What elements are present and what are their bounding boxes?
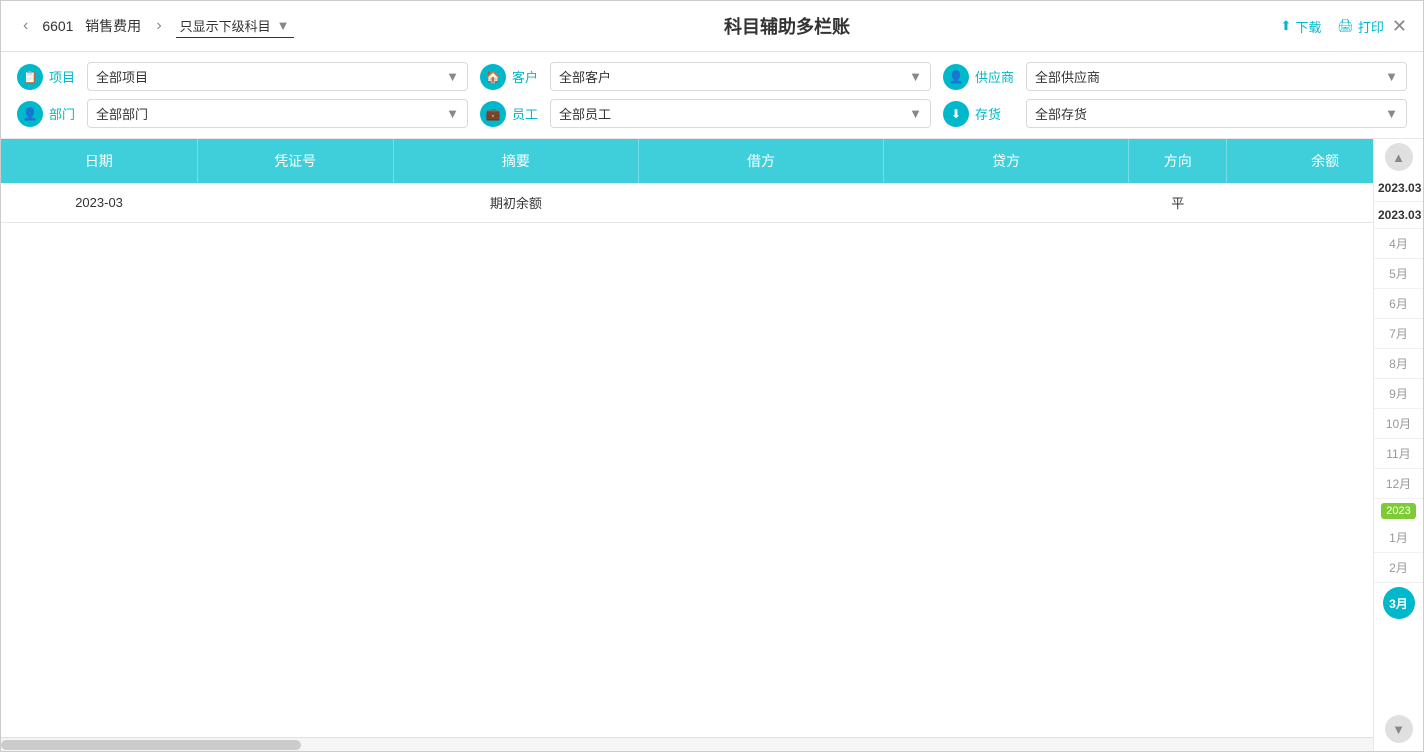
col-header-debit: 借方 [638, 139, 883, 183]
month-item-7[interactable]: 7月 [1374, 319, 1423, 349]
col-header-date: 日期 [1, 139, 197, 183]
supplier-icon: 👤 [943, 64, 969, 90]
department-select[interactable]: 全部部门 ▼ [87, 99, 468, 128]
month-item-8[interactable]: 8月 [1374, 349, 1423, 379]
project-icon: 📋 [17, 64, 43, 90]
month-item-12[interactable]: 12月 [1374, 469, 1423, 499]
table-wrapper[interactable]: 日期 凭证号 摘要 借方 贷方 方向 余额 2023-03 [1, 139, 1423, 737]
month-item-10[interactable]: 10月 [1374, 409, 1423, 439]
employee-icon: 💼 [480, 101, 506, 127]
inventory-dropdown-arrow: ▼ [1385, 106, 1398, 121]
project-dropdown-arrow: ▼ [446, 69, 459, 84]
download-button[interactable]: ⬆ 下载 [1280, 17, 1321, 36]
employee-dropdown-arrow: ▼ [909, 106, 922, 121]
month-item-2[interactable]: 2月 [1374, 553, 1423, 583]
page-title: 科目辅助多栏账 [294, 13, 1281, 39]
customer-icon: 🏠 [480, 64, 506, 90]
col-header-credit: 贷方 [884, 139, 1129, 183]
supplier-dropdown-arrow: ▼ [1385, 69, 1398, 84]
print-button[interactable]: 🖨 打印 [1337, 17, 1384, 36]
show-sub-arrow-icon: ▼ [277, 18, 290, 33]
col-header-voucher: 凭证号 [197, 139, 393, 183]
cell-voucher [197, 183, 393, 223]
download-icon: ⬆ [1280, 18, 1291, 34]
month-item-6[interactable]: 6月 [1374, 289, 1423, 319]
inventory-select[interactable]: 全部存货 ▼ [1026, 99, 1407, 128]
cell-debit [638, 183, 883, 223]
scrollbar-track [1, 738, 1423, 751]
cell-summary: 期初余额 [393, 183, 638, 223]
filters-area: 📋 项目 全部项目 ▼ 🏠 客户 全部客户 ▼ 👤 供应商 全部供应商 ▼ 👤 … [1, 52, 1423, 139]
scroll-up-button[interactable]: ▲ [1385, 143, 1413, 171]
month-item-4[interactable]: 4月 [1374, 229, 1423, 259]
month-item-11[interactable]: 11月 [1374, 439, 1423, 469]
scroll-down-button[interactable]: ▼ [1385, 715, 1413, 743]
employee-label: 💼 员工 [480, 101, 538, 127]
month-item-1[interactable]: 1月 [1374, 523, 1423, 553]
month-item-9[interactable]: 9月 [1374, 379, 1423, 409]
supplier-select[interactable]: 全部供应商 ▼ [1026, 62, 1407, 91]
account-code: 6601 销售费用 [42, 16, 142, 36]
month-item-5[interactable]: 5月 [1374, 259, 1423, 289]
right-panel: ▲ 2023.03 2023.03 4月 5月 6月 7月 8月 9月 10月 … [1373, 139, 1423, 751]
horizontal-scrollbar[interactable] [1, 737, 1423, 751]
selected-month-item[interactable]: 3月 [1383, 587, 1415, 619]
department-dropdown-arrow: ▼ [446, 106, 459, 121]
cell-direction: 平 [1129, 183, 1227, 223]
project-label: 📋 项目 [17, 64, 75, 90]
header: ‹ 6601 销售费用 › 只显示下级科目 ▼ 科目辅助多栏账 ⬆ 下载 🖨 打… [1, 1, 1423, 52]
scrollbar-thumb[interactable] [1, 740, 301, 750]
print-icon: 🖨 [1337, 18, 1354, 34]
prev-account-btn[interactable]: ‹ [17, 15, 34, 37]
main-container: ‹ 6601 销售费用 › 只显示下级科目 ▼ 科目辅助多栏账 ⬆ 下载 🖨 打… [0, 0, 1424, 752]
year-badge[interactable]: 2023 [1381, 503, 1415, 519]
content-area: 日期 凭证号 摘要 借方 贷方 方向 余额 2023-03 [1, 139, 1423, 751]
col-header-direction: 方向 [1129, 139, 1227, 183]
employee-select[interactable]: 全部员工 ▼ [550, 99, 931, 128]
customer-label: 🏠 客户 [480, 64, 538, 90]
table-header-row: 日期 凭证号 摘要 借方 贷方 方向 余额 [1, 139, 1423, 183]
period-item-2[interactable]: 2023.03 [1374, 202, 1423, 229]
show-sub-button[interactable]: 只显示下级科目 ▼ [176, 14, 294, 38]
project-select[interactable]: 全部项目 ▼ [87, 62, 468, 91]
customer-select[interactable]: 全部客户 ▼ [550, 62, 931, 91]
main-content: 日期 凭证号 摘要 借方 贷方 方向 余额 2023-03 [1, 139, 1423, 751]
customer-dropdown-arrow: ▼ [909, 69, 922, 84]
inventory-label: ⬇ 存货 [943, 101, 1014, 127]
supplier-label: 👤 供应商 [943, 64, 1014, 90]
cell-date: 2023-03 [1, 183, 197, 223]
data-table: 日期 凭证号 摘要 借方 贷方 方向 余额 2023-03 [1, 139, 1423, 223]
col-header-summary: 摘要 [393, 139, 638, 183]
header-actions: ⬆ 下载 🖨 打印 [1280, 17, 1383, 36]
close-button[interactable]: ✕ [1392, 16, 1407, 37]
inventory-icon: ⬇ [943, 101, 969, 127]
next-account-btn[interactable]: › [150, 15, 167, 37]
cell-credit [884, 183, 1129, 223]
period-item-1[interactable]: 2023.03 [1374, 175, 1423, 202]
department-label: 👤 部门 [17, 101, 75, 127]
table-row: 2023-03 期初余额 平 [1, 183, 1423, 223]
department-icon: 👤 [17, 101, 43, 127]
